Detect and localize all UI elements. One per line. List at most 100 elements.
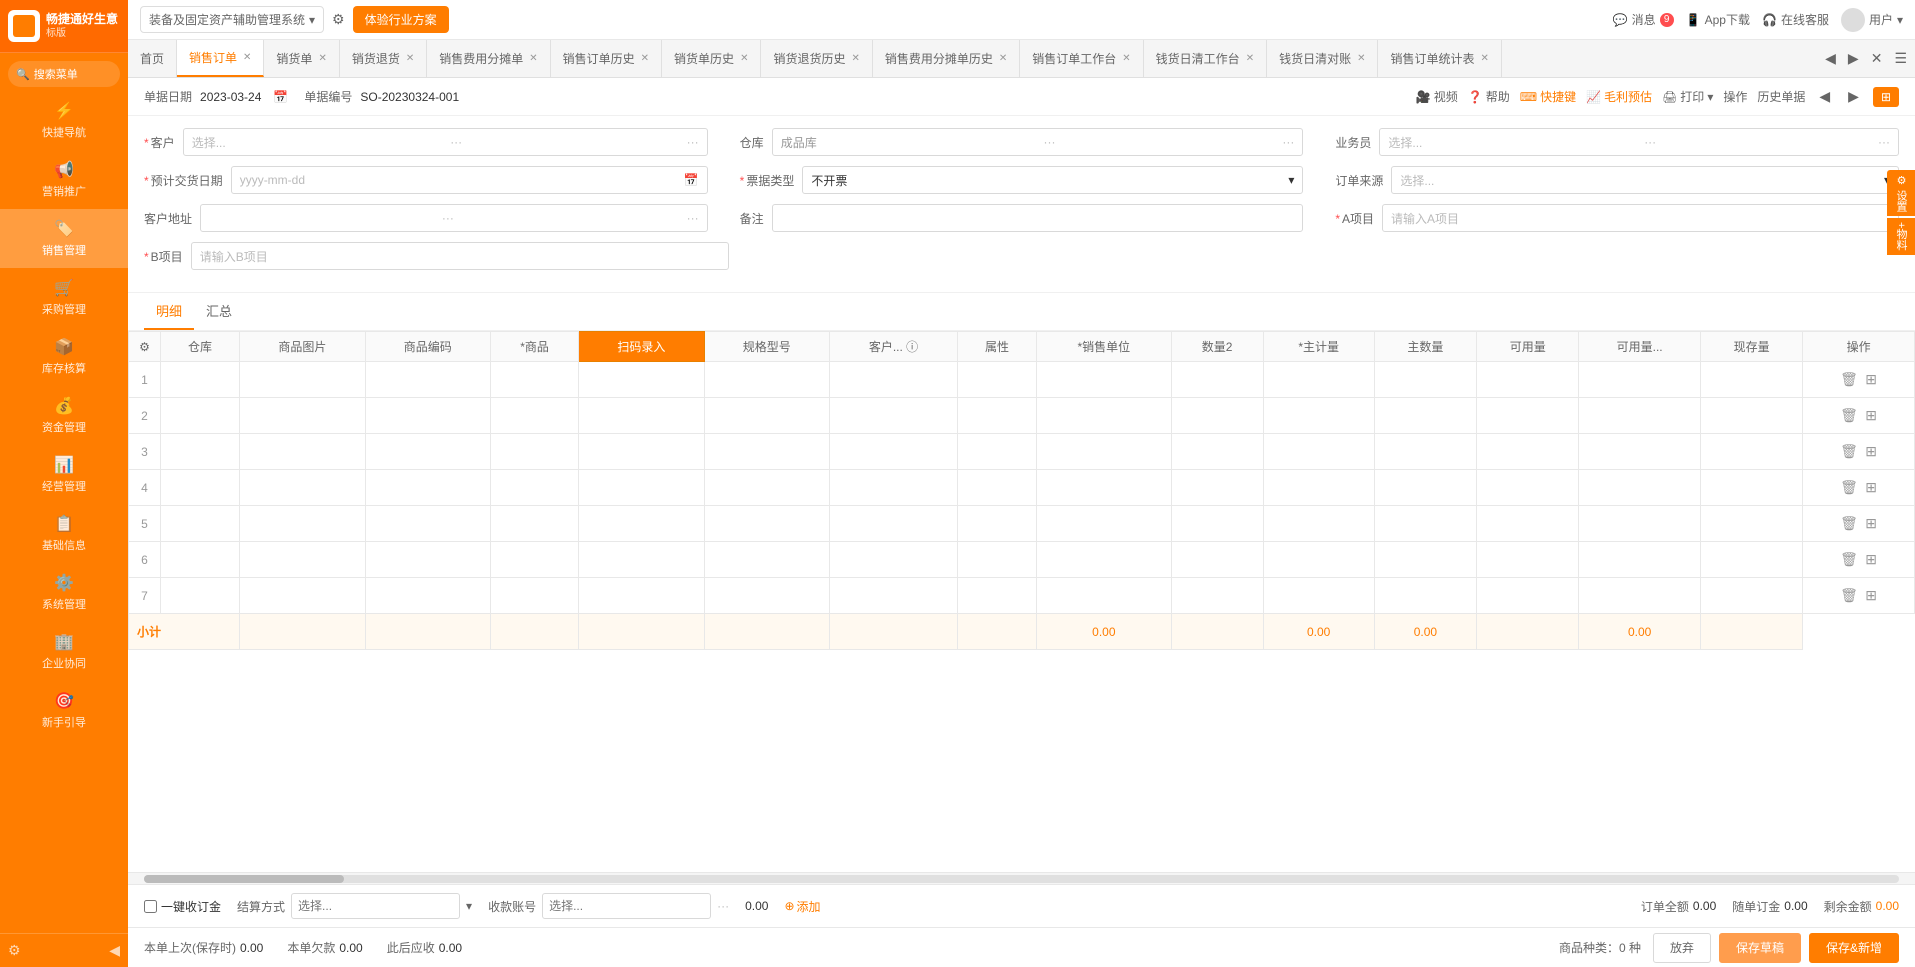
sidebar-item-purchase[interactable]: 🛒 采购管理 — [0, 268, 128, 327]
tab-close-all-button[interactable]: ✕ — [1867, 48, 1887, 69]
row-3-main-qty[interactable] — [1374, 434, 1476, 470]
row-3-qty2[interactable] — [1171, 434, 1263, 470]
row-5-spec[interactable] — [704, 506, 829, 542]
row-5-unit[interactable] — [1037, 506, 1171, 542]
tab-sales-return[interactable]: 销货退货 ✕ — [340, 40, 427, 77]
row-7-code[interactable] — [365, 578, 490, 614]
row-5-copy-btn[interactable]: ⊞ — [1863, 513, 1879, 534]
row-6-unit[interactable] — [1037, 542, 1171, 578]
settings-icon[interactable]: ⚙ — [8, 942, 21, 959]
row-7-qty2[interactable] — [1171, 578, 1263, 614]
tab-sales-order-close[interactable]: ✕ — [243, 52, 251, 63]
discard-button[interactable]: 放弃 — [1653, 933, 1711, 963]
row-1-delete-btn[interactable]: 🗑 — [1838, 369, 1860, 390]
tab-cash-reconcile[interactable]: 钱货日清对账 ✕ — [1267, 40, 1378, 77]
row-4-main-unit[interactable] — [1263, 470, 1374, 506]
row-7-customer[interactable] — [829, 578, 957, 614]
add-button[interactable]: ⊕ 添加 — [784, 898, 820, 915]
row-6-product[interactable] — [491, 542, 579, 578]
customer-input[interactable]: 选择... ··· — [183, 128, 708, 156]
tab-sales-history-close[interactable]: ✕ — [641, 53, 649, 64]
row-1-scan[interactable] — [579, 362, 704, 398]
row-7-main-qty[interactable] — [1374, 578, 1476, 614]
row-4-customer[interactable] — [829, 470, 957, 506]
save-draft-button[interactable]: 保存草稿 — [1719, 933, 1801, 963]
tab-order-workbench-close[interactable]: ✕ — [1122, 53, 1130, 64]
row-6-qty2[interactable] — [1171, 542, 1263, 578]
tab-fee-history[interactable]: 销售费用分摊单历史 ✕ — [873, 40, 1020, 77]
row-7-copy-btn[interactable]: ⊞ — [1863, 585, 1879, 606]
row-2-warehouse[interactable] — [161, 398, 240, 434]
row-6-warehouse[interactable] — [161, 542, 240, 578]
sidebar-item-inventory[interactable]: 📦 库存核算 — [0, 327, 128, 386]
settings-button[interactable]: ⚙ 设置 — [1887, 170, 1915, 216]
row-4-main-qty[interactable] — [1374, 470, 1476, 506]
row-6-spec[interactable] — [704, 542, 829, 578]
row-1-copy-btn[interactable]: ⊞ — [1863, 369, 1879, 390]
row-4-copy-btn[interactable]: ⊞ — [1863, 477, 1879, 498]
history-action[interactable]: 历史单据 — [1757, 88, 1805, 105]
row-7-attr[interactable] — [957, 578, 1036, 614]
online-service-button[interactable]: 🎧 在线客服 — [1762, 11, 1829, 28]
row-4-warehouse[interactable] — [161, 470, 240, 506]
tab-return-history-close[interactable]: ✕ — [851, 53, 859, 64]
form-nav-next[interactable]: ▶ — [1844, 86, 1863, 107]
row-5-main-qty[interactable] — [1374, 506, 1476, 542]
tab-goods-history[interactable]: 销货单历史 ✕ — [662, 40, 761, 77]
row-4-delete-btn[interactable]: 🗑 — [1838, 477, 1860, 498]
row-4-product[interactable] — [491, 470, 579, 506]
delivery-input[interactable]: yyyy-mm-dd 📅 — [231, 166, 708, 194]
tab-sales-stats[interactable]: 销售订单统计表 ✕ — [1378, 40, 1501, 77]
row-3-warehouse[interactable] — [161, 434, 240, 470]
form-nav-prev[interactable]: ◀ — [1815, 86, 1834, 107]
tab-sales-goods-close[interactable]: ✕ — [318, 53, 326, 64]
tab-next-button[interactable]: ▶ — [1844, 48, 1863, 69]
row-1-warehouse[interactable] — [161, 362, 240, 398]
remark-input[interactable] — [772, 204, 1304, 232]
address-input[interactable]: ··· — [200, 204, 708, 232]
row-2-copy-btn[interactable]: ⊞ — [1863, 405, 1879, 426]
row-5-qty2[interactable] — [1171, 506, 1263, 542]
tab-sales-return-close[interactable]: ✕ — [406, 53, 414, 64]
tab-cash-reconcile-close[interactable]: ✕ — [1357, 53, 1365, 64]
row-5-delete-btn[interactable]: 🗑 — [1838, 513, 1860, 534]
form-layout-btn[interactable]: ⊞ — [1873, 87, 1899, 107]
row-1-customer[interactable] — [829, 362, 957, 398]
row-3-code[interactable] — [365, 434, 490, 470]
th-gear[interactable]: ⚙ — [129, 332, 161, 362]
b-project-input[interactable]: 请输入B项目 — [191, 242, 729, 270]
row-1-attr[interactable] — [957, 362, 1036, 398]
calendar-icon[interactable]: 📅 — [273, 90, 288, 104]
search-menu-button[interactable]: 🔍 搜索菜单 — [8, 61, 120, 87]
row-4-scan[interactable] — [579, 470, 704, 506]
tab-menu-button[interactable]: ☰ — [1890, 48, 1911, 69]
tab-sales-history[interactable]: 销售订单历史 ✕ — [551, 40, 662, 77]
a-project-input[interactable]: 请输入A项目 — [1382, 204, 1899, 232]
row-7-main-unit[interactable] — [1263, 578, 1374, 614]
row-3-main-unit[interactable] — [1263, 434, 1374, 470]
row-6-code[interactable] — [365, 542, 490, 578]
sidebar-item-marketing[interactable]: 📢 营销推广 — [0, 150, 128, 209]
row-5-attr[interactable] — [957, 506, 1036, 542]
row-2-product[interactable] — [491, 398, 579, 434]
tab-sales-goods[interactable]: 销货单 ✕ — [264, 40, 339, 77]
row-6-customer[interactable] — [829, 542, 957, 578]
sidebar-item-guide[interactable]: 🎯 新手引导 — [0, 681, 128, 740]
tab-sales-order[interactable]: 销售订单 ✕ — [177, 40, 264, 77]
tab-cash-workbench[interactable]: 钱货日清工作台 ✕ — [1144, 40, 1267, 77]
one-click-checkout-label[interactable]: 一键收订金 — [144, 898, 221, 915]
row-6-main-qty[interactable] — [1374, 542, 1476, 578]
row-4-code[interactable] — [365, 470, 490, 506]
row-6-copy-btn[interactable]: ⊞ — [1863, 549, 1879, 570]
sidebar-item-quick-nav[interactable]: ⚡ 快捷导航 — [0, 91, 128, 150]
tab-order-workbench[interactable]: 销售订单工作台 ✕ — [1020, 40, 1143, 77]
row-7-delete-btn[interactable]: 🗑 — [1838, 585, 1860, 606]
print-action[interactable]: 🖨 打印 ▾ — [1662, 88, 1713, 105]
tab-prev-button[interactable]: ◀ — [1821, 48, 1840, 69]
tab-fee-history-close[interactable]: ✕ — [999, 53, 1007, 64]
row-2-spec[interactable] — [704, 398, 829, 434]
row-4-unit[interactable] — [1037, 470, 1171, 506]
app-download-button[interactable]: 📱 App下载 — [1686, 11, 1750, 28]
row-3-attr[interactable] — [957, 434, 1036, 470]
row-2-code[interactable] — [365, 398, 490, 434]
